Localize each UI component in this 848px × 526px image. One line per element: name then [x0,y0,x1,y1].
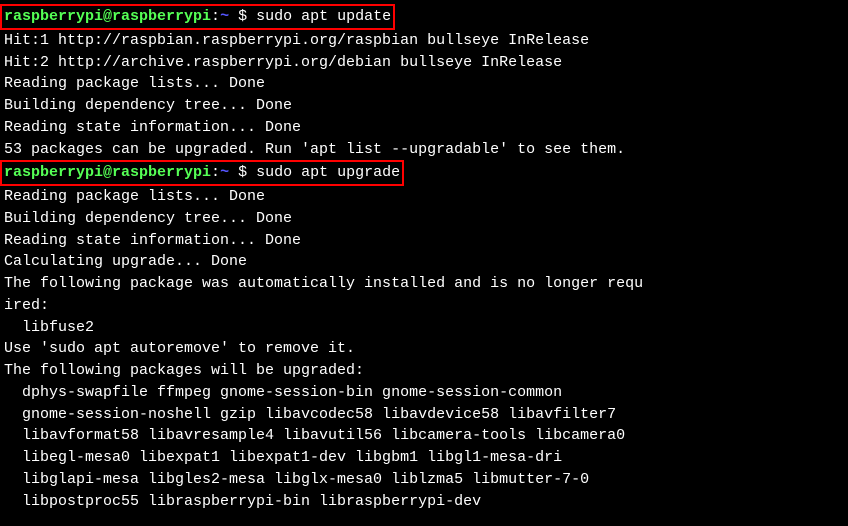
prompt-user: raspberrypi@raspberrypi [4,164,211,181]
prompt-user: raspberrypi@raspberrypi [4,8,211,25]
prompt-line-1: raspberrypi@raspberrypi:~ $ sudo apt upd… [4,4,844,30]
output-line: ired: [4,295,844,317]
prompt-path: ~ [220,8,229,25]
highlight-box-2: raspberrypi@raspberrypi:~ $ sudo apt upg… [0,160,404,186]
output-line: dphys-swapfile ffmpeg gnome-session-bin … [4,382,844,404]
command-input[interactable]: sudo apt upgrade [256,164,400,181]
prompt-sep: : [211,8,220,25]
output-line: Reading package lists... Done [4,73,844,95]
output-line: 53 packages can be upgraded. Run 'apt li… [4,139,844,161]
output-line: Reading state information... Done [4,117,844,139]
output-line: Building dependency tree... Done [4,208,844,230]
output-line: libavformat58 libavresample4 libavutil56… [4,425,844,447]
output-line: Building dependency tree... Done [4,95,844,117]
highlight-box-1: raspberrypi@raspberrypi:~ $ sudo apt upd… [0,4,395,30]
prompt-dollar: $ [229,164,256,181]
prompt-sep: : [211,164,220,181]
output-line: libfuse2 [4,317,844,339]
output-line: libegl-mesa0 libexpat1 libexpat1-dev lib… [4,447,844,469]
output-line: Use 'sudo apt autoremove' to remove it. [4,338,844,360]
output-line: The following package was automatically … [4,273,844,295]
prompt-path: ~ [220,164,229,181]
output-line: libpostproc55 libraspberrypi-bin librasp… [4,491,844,513]
output-line: Hit:2 http://archive.raspberrypi.org/deb… [4,52,844,74]
output-line: libglapi-mesa libgles2-mesa libglx-mesa0… [4,469,844,491]
prompt-line-2: raspberrypi@raspberrypi:~ $ sudo apt upg… [4,160,844,186]
output-line: Reading state information... Done [4,230,844,252]
output-line: The following packages will be upgraded: [4,360,844,382]
output-line: Reading package lists... Done [4,186,844,208]
output-line: Hit:1 http://raspbian.raspberrypi.org/ra… [4,30,844,52]
prompt-dollar: $ [229,8,256,25]
command-input[interactable]: sudo apt update [256,8,391,25]
output-line: gnome-session-noshell gzip libavcodec58 … [4,404,844,426]
output-line: Calculating upgrade... Done [4,251,844,273]
